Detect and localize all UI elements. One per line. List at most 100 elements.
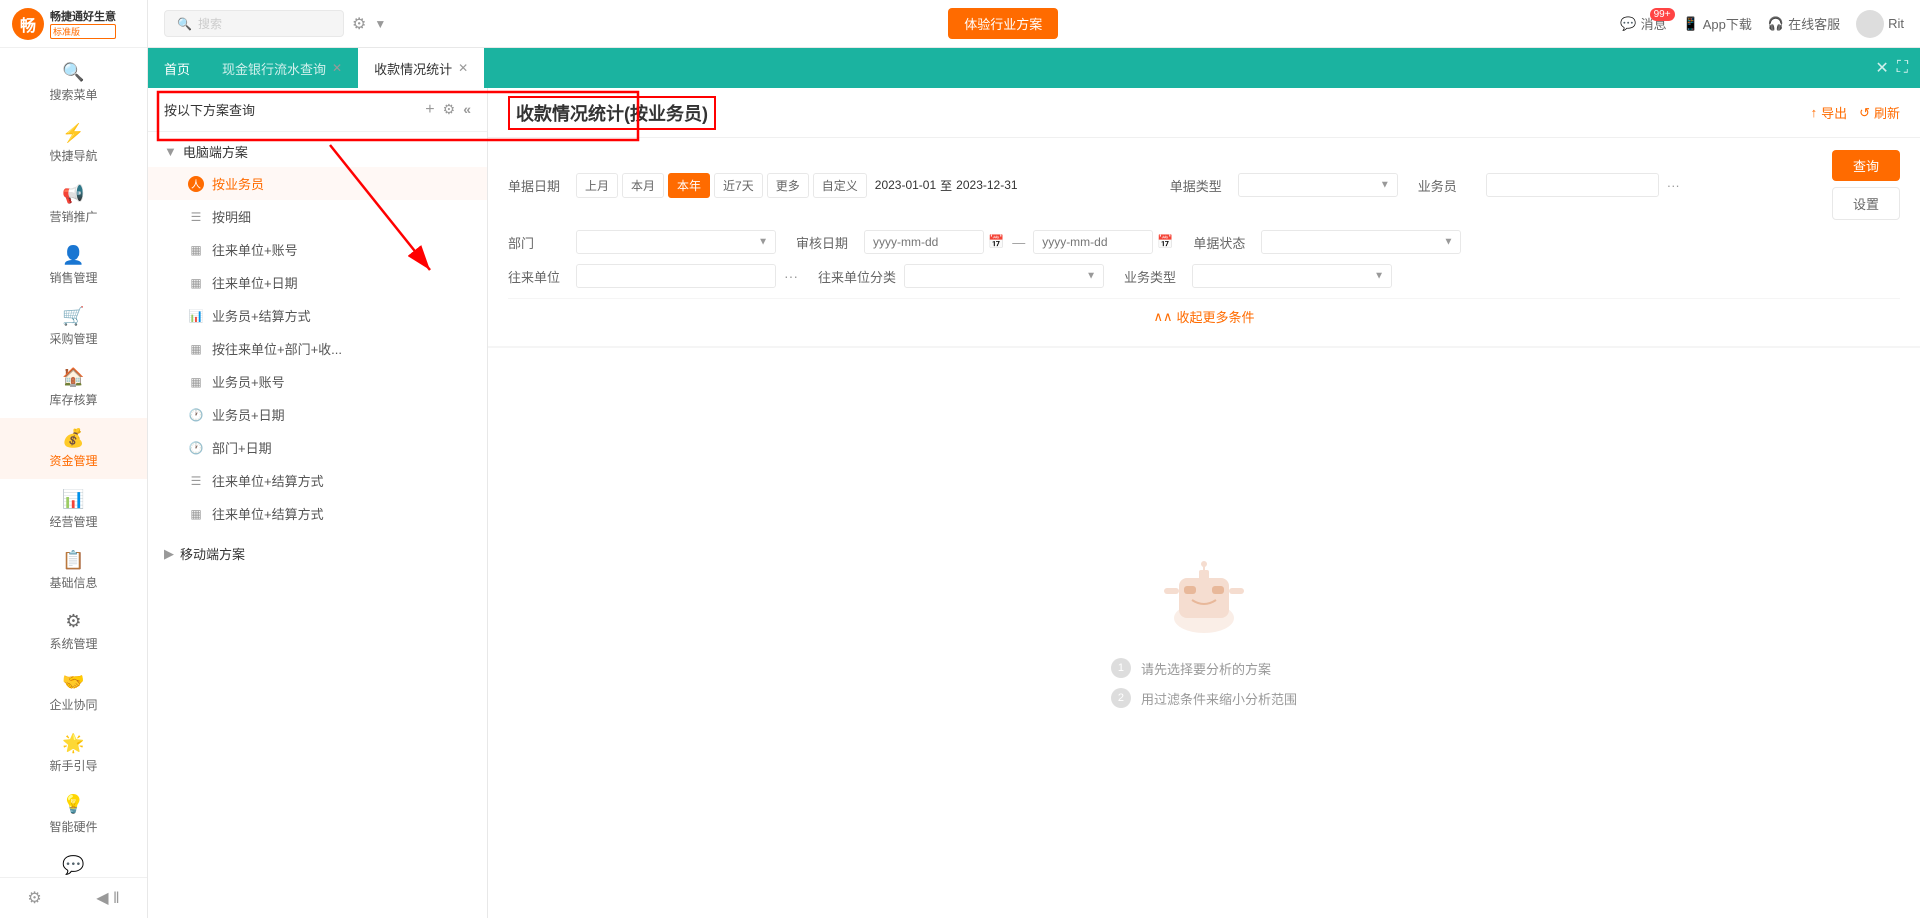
collapse-panel-icon[interactable]: «	[463, 101, 471, 119]
date-btn-more[interactable]: 更多	[767, 173, 809, 198]
sidebar-item-search[interactable]: 🔍 搜索菜单	[0, 52, 147, 113]
scheme-item-partner-dept[interactable]: ▦ 按往来单位+部门+收...	[148, 332, 487, 365]
sidebar-item-capital[interactable]: 💰 资金管理	[0, 418, 147, 479]
sidebar-item-sales[interactable]: 👤 销售管理	[0, 235, 147, 296]
scheme-item-dept-date[interactable]: 🕐 部门+日期	[148, 431, 487, 464]
tab-bank[interactable]: 现金银行流水查询 ✕	[206, 48, 358, 88]
sidebar-item-operation[interactable]: 📊 经营管理	[0, 479, 147, 540]
sidebar-item-purchase[interactable]: 🛒 采购管理	[0, 296, 147, 357]
tab-home[interactable]: 首页	[148, 48, 206, 88]
refresh-label: 刷新	[1874, 103, 1900, 122]
page-title: 收款情况统计(按业务员)	[508, 96, 716, 130]
salesperson-more-icon[interactable]: ···	[1667, 178, 1680, 193]
scheme-settings-icon[interactable]: ⚙	[443, 101, 456, 119]
hint-num-1: 1	[1111, 658, 1131, 678]
doc-status-filter: 单据状态	[1193, 230, 1461, 254]
refresh-button[interactable]: ↺ 刷新	[1859, 103, 1900, 122]
salesperson-settlement-icon: 📊	[188, 308, 204, 324]
calendar-from-icon[interactable]: 📅	[988, 234, 1004, 250]
partner-more-icon[interactable]: ···	[784, 268, 798, 284]
partner-date-icon: ▦	[188, 275, 204, 291]
review-date-to[interactable]	[1033, 230, 1153, 254]
sidebar-item-wechat[interactable]: 💬 企业微信	[0, 845, 147, 877]
sidebar-item-guide[interactable]: 🌟 新手引导	[0, 723, 147, 784]
partner-classify-select[interactable]	[904, 264, 1104, 288]
sidebar-item-hardware[interactable]: 💡 智能硬件	[0, 784, 147, 845]
biz-type-label: 业务类型	[1124, 267, 1184, 286]
topbar-gear-icon[interactable]: ⚙	[352, 14, 366, 34]
topbar-dropdown-icon[interactable]: ▼	[374, 17, 386, 31]
close-window-icon[interactable]: ✕	[1875, 58, 1888, 78]
date-btn-custom[interactable]: 自定义	[813, 173, 867, 198]
desktop-group-header[interactable]: ▼ 电脑端方案	[148, 136, 487, 167]
basic-icon: 📋	[62, 550, 84, 571]
sales-icon: 👤	[62, 245, 84, 266]
date-btn-this-month[interactable]: 本月	[622, 173, 664, 198]
sidebar-item-label: 搜索菜单	[49, 86, 97, 103]
marketing-icon: 📢	[62, 184, 84, 205]
sidebar: 畅 畅捷通好生意 标准版 🔍 搜索菜单 ⚡ 快捷导航 📢 营销推广 👤 销售管理…	[0, 0, 148, 918]
user-avatar[interactable]: Rit	[1856, 10, 1904, 38]
doc-status-select[interactable]	[1261, 230, 1461, 254]
filter-row-1: 单据日期 上月 本月 本年 近7天 更多 自定义 2023-01-01 至	[508, 150, 1900, 220]
date-btn-7days[interactable]: 近7天	[714, 173, 763, 198]
scheme-item-detail[interactable]: ☰ 按明细	[148, 200, 487, 233]
empty-state-area: 1 请先选择要分析的方案 2 用过滤条件来缩小分析范围	[488, 348, 1920, 918]
app-download-btn[interactable]: 📱 App下载	[1683, 14, 1752, 33]
left-panel-title: 按以下方案查询	[164, 100, 425, 119]
partner-input[interactable]	[576, 264, 776, 288]
scheme-item-salesperson-date[interactable]: 🕐 业务员+日期	[148, 398, 487, 431]
date-btn-last-month[interactable]: 上月	[576, 173, 618, 198]
sidebar-item-label: 采购管理	[49, 330, 97, 347]
sidebar-item-inventory[interactable]: 🏠 库存核算	[0, 357, 147, 418]
collapse-sidebar-icon[interactable]: ◀ ‖	[96, 888, 119, 908]
search-icon: 🔍	[177, 17, 192, 31]
scheme-item-partner-settlement1[interactable]: ☰ 往来单位+结算方式	[148, 464, 487, 497]
review-date-from[interactable]	[864, 230, 984, 254]
topbar-left: 🔍 搜索 ⚙ ▼	[164, 10, 386, 37]
salesperson-input[interactable]	[1486, 173, 1659, 197]
sidebar-item-marketing[interactable]: 📢 营销推广	[0, 174, 147, 235]
scheme-item-salesperson-settlement[interactable]: 📊 业务员+结算方式	[148, 299, 487, 332]
scheme-item-partner-date[interactable]: ▦ 往来单位+日期	[148, 266, 487, 299]
tab-collection-close[interactable]: ✕	[458, 61, 468, 75]
biz-type-select[interactable]	[1192, 264, 1392, 288]
export-button[interactable]: ↑ 导出	[1811, 103, 1848, 122]
online-service-btn[interactable]: 🎧 在线客服	[1768, 14, 1840, 33]
query-button[interactable]: 查询	[1832, 150, 1900, 181]
settings-button[interactable]: 设置	[1832, 187, 1900, 220]
page-header: 收款情况统计(按业务员) ↑ 导出 ↺ 刷新	[488, 88, 1920, 138]
calendar-to-icon[interactable]: 📅	[1157, 234, 1173, 250]
doc-type-select-wrapper	[1238, 173, 1398, 197]
sidebar-item-enterprise[interactable]: 🤝 企业协同	[0, 662, 147, 723]
scheme-item-partner-account[interactable]: ▦ 往来单位+账号	[148, 233, 487, 266]
doc-type-select[interactable]	[1238, 173, 1398, 197]
maximize-window-icon[interactable]: ⛶	[1897, 59, 1908, 77]
add-scheme-icon[interactable]: +	[425, 101, 434, 119]
scheme-item-label: 往来单位+账号	[212, 240, 298, 259]
sidebar-item-basic[interactable]: 📋 基础信息	[0, 540, 147, 601]
date-btn-this-year[interactable]: 本年	[668, 173, 710, 198]
dept-label: 部门	[508, 233, 568, 252]
settings-footer-icon[interactable]: ⚙	[27, 888, 41, 908]
inventory-icon: 🏠	[62, 367, 84, 388]
collapse-more-btn[interactable]: ∧∧ 收起更多条件	[508, 298, 1900, 334]
tab-collection[interactable]: 收款情况统计 ✕	[358, 48, 484, 88]
logo-badge: 标准版	[50, 24, 116, 39]
messages-btn[interactable]: 💬 消息 99+	[1620, 14, 1666, 33]
hint-text-1: 请先选择要分析的方案	[1141, 659, 1271, 678]
dept-select[interactable]	[576, 230, 776, 254]
mobile-group-header[interactable]: ▶ 移动端方案	[148, 538, 487, 569]
scheme-item-salesperson[interactable]: 人 按业务员	[148, 167, 487, 200]
scheme-item-partner-settlement2[interactable]: ▦ 往来单位+结算方式	[148, 497, 487, 530]
collapse-more-label: 收起更多条件	[1177, 307, 1255, 326]
filter-row-2: 部门 审核日期 📅 —	[508, 230, 1900, 254]
tab-bank-close[interactable]: ✕	[332, 61, 342, 75]
search-bar[interactable]: 🔍 搜索	[164, 10, 344, 37]
sidebar-item-system[interactable]: ⚙ 系统管理	[0, 601, 147, 662]
trial-button[interactable]: 体验行业方案	[948, 8, 1058, 39]
capital-icon: 💰	[62, 428, 84, 449]
scheme-item-label: 往来单位+日期	[212, 273, 298, 292]
sidebar-item-quicknav[interactable]: ⚡ 快捷导航	[0, 113, 147, 174]
scheme-item-salesperson-account[interactable]: ▦ 业务员+账号	[148, 365, 487, 398]
